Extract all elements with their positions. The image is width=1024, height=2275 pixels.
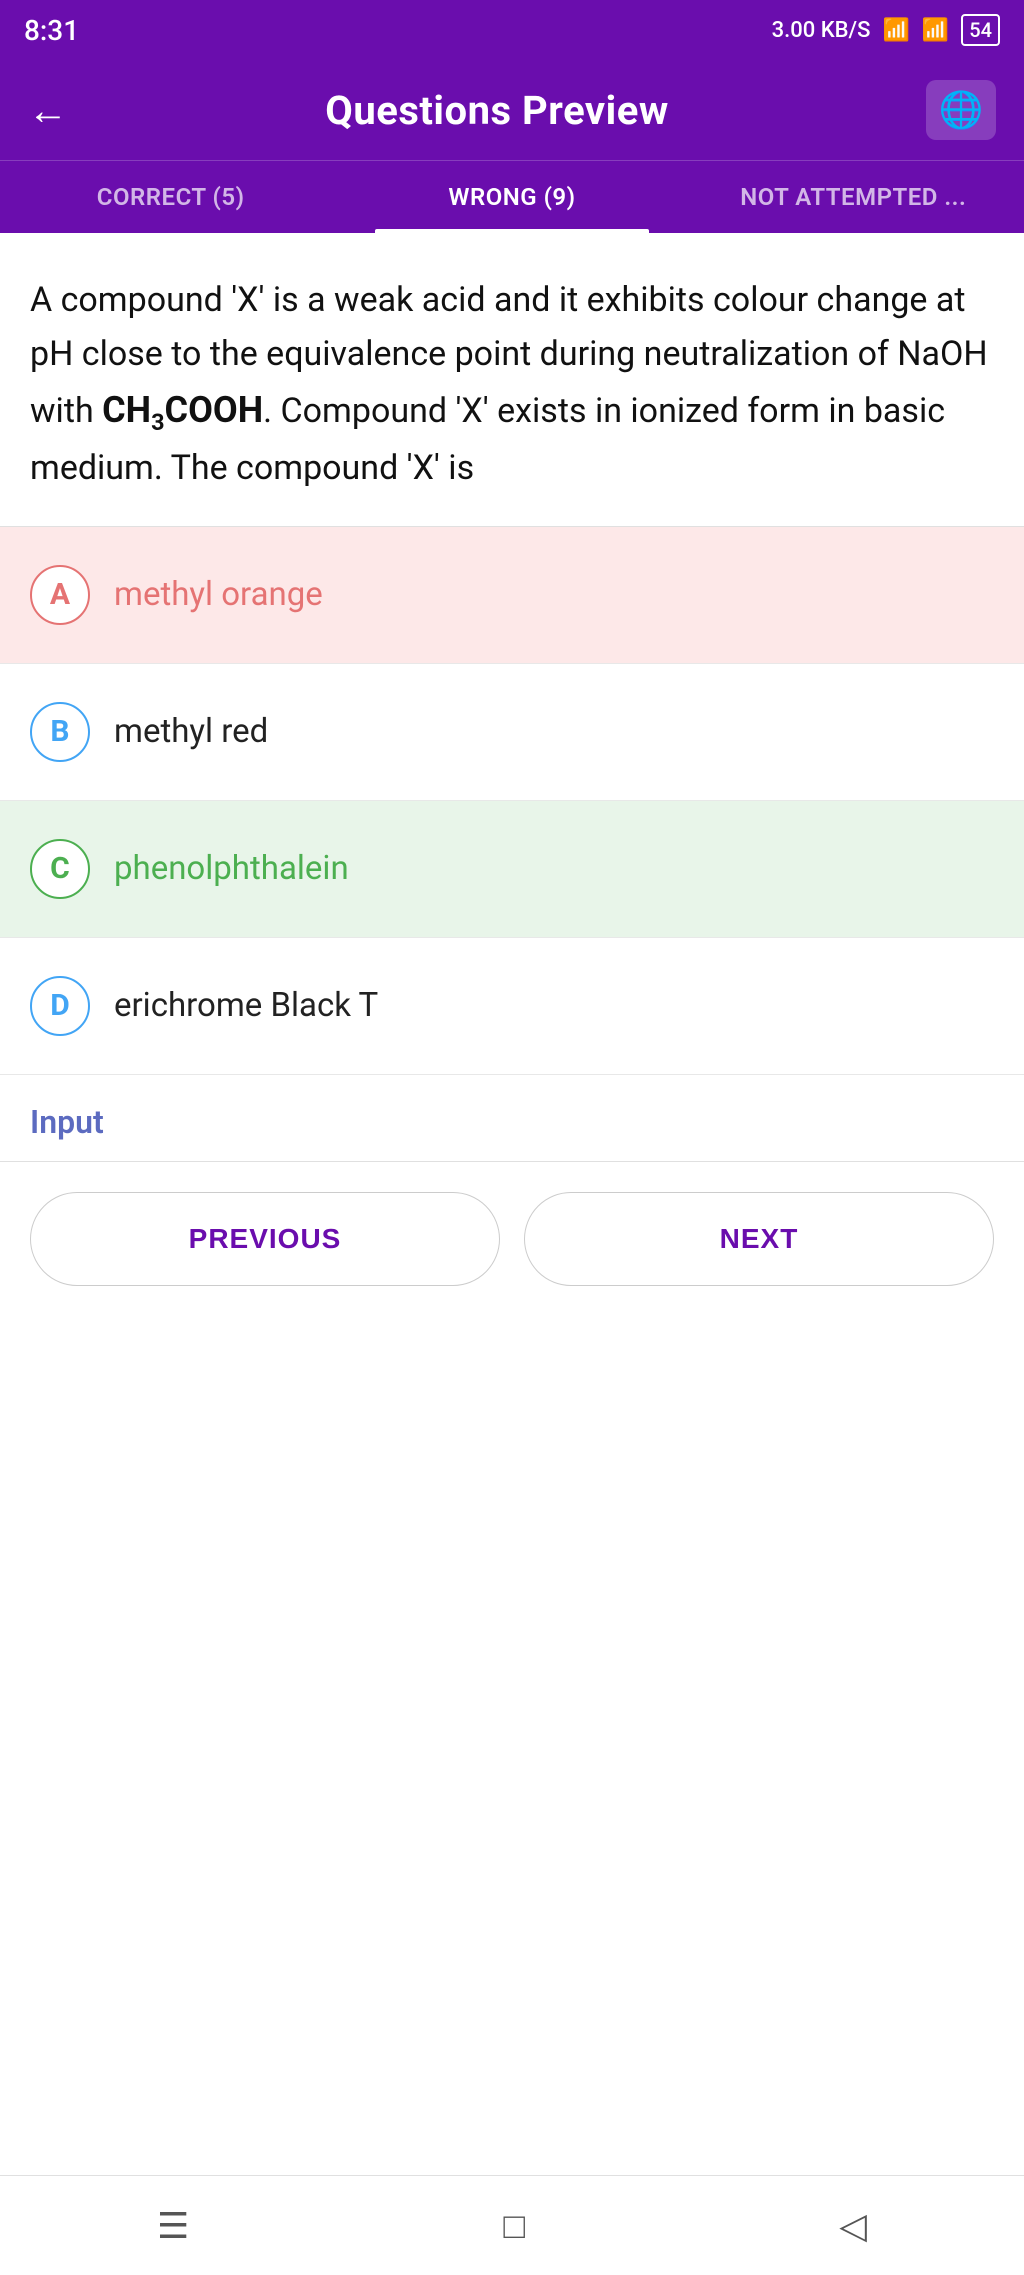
status-bar: 8:31 3.00 KB/S 📶 📶 54 (0, 0, 1024, 60)
option-d-text: erichrome Black T (114, 986, 378, 1025)
back-nav-icon[interactable]: ◁ (839, 2205, 867, 2247)
status-bar-right: 3.00 KB/S 📶 📶 54 (772, 18, 1000, 43)
option-b[interactable]: B methyl red (0, 664, 1024, 801)
input-label: Input (30, 1103, 104, 1141)
home-icon[interactable]: □ (503, 2205, 525, 2247)
previous-button[interactable]: PREVIOUS (30, 1192, 500, 1286)
battery-level: 54 (961, 14, 1000, 46)
header: ← Questions Preview 🌐 (0, 60, 1024, 160)
system-nav-bar: ☰ □ ◁ (0, 2175, 1024, 2275)
battery-icon: 54 (961, 18, 1000, 43)
option-a-text: methyl orange (114, 575, 323, 614)
wifi-icon: 📶 (882, 18, 909, 43)
back-button[interactable]: ← (28, 87, 68, 134)
option-c-badge: C (30, 839, 90, 899)
page-title: Questions Preview (325, 87, 668, 134)
navigation-buttons: PREVIOUS NEXT (0, 1162, 1024, 1336)
menu-icon[interactable]: ☰ (157, 2205, 189, 2247)
chemical-formula: CH3COOH (102, 389, 263, 431)
translate-button[interactable]: 🌐 (926, 80, 996, 140)
option-c-text: phenolphthalein (114, 849, 349, 888)
status-time: 8:31 (24, 14, 79, 47)
tab-correct[interactable]: CORRECT (5) (0, 161, 341, 233)
input-section: Input (0, 1075, 1024, 1162)
question-text: A compound 'X' is a weak acid and it exh… (30, 273, 994, 496)
option-d-badge: D (30, 976, 90, 1036)
option-b-letter: B (50, 714, 69, 749)
signal-icon: 📶 (922, 18, 949, 43)
option-d-letter: D (50, 988, 70, 1023)
option-a-letter: A (50, 577, 70, 612)
tab-not-attempted[interactable]: NOT ATTEMPTED ... (683, 161, 1024, 233)
option-b-text: methyl red (114, 712, 268, 751)
network-speed: 3.00 KB/S (772, 18, 871, 43)
tab-wrong-label: WRONG (9) (448, 183, 575, 211)
next-button[interactable]: NEXT (524, 1192, 994, 1286)
option-b-badge: B (30, 702, 90, 762)
option-c[interactable]: C phenolphthalein (0, 801, 1024, 938)
tab-correct-label: CORRECT (5) (97, 183, 245, 211)
option-a-badge: A (30, 565, 90, 625)
option-c-letter: C (50, 851, 70, 886)
translate-icon: 🌐 (939, 89, 984, 131)
tab-wrong[interactable]: WRONG (9) (341, 161, 682, 233)
tabs-bar: CORRECT (5) WRONG (9) NOT ATTEMPTED ... (0, 160, 1024, 233)
tab-not-attempted-label: NOT ATTEMPTED ... (740, 183, 966, 211)
option-a[interactable]: A methyl orange (0, 527, 1024, 664)
option-d[interactable]: D erichrome Black T (0, 938, 1024, 1075)
question-area: A compound 'X' is a weak acid and it exh… (0, 233, 1024, 527)
